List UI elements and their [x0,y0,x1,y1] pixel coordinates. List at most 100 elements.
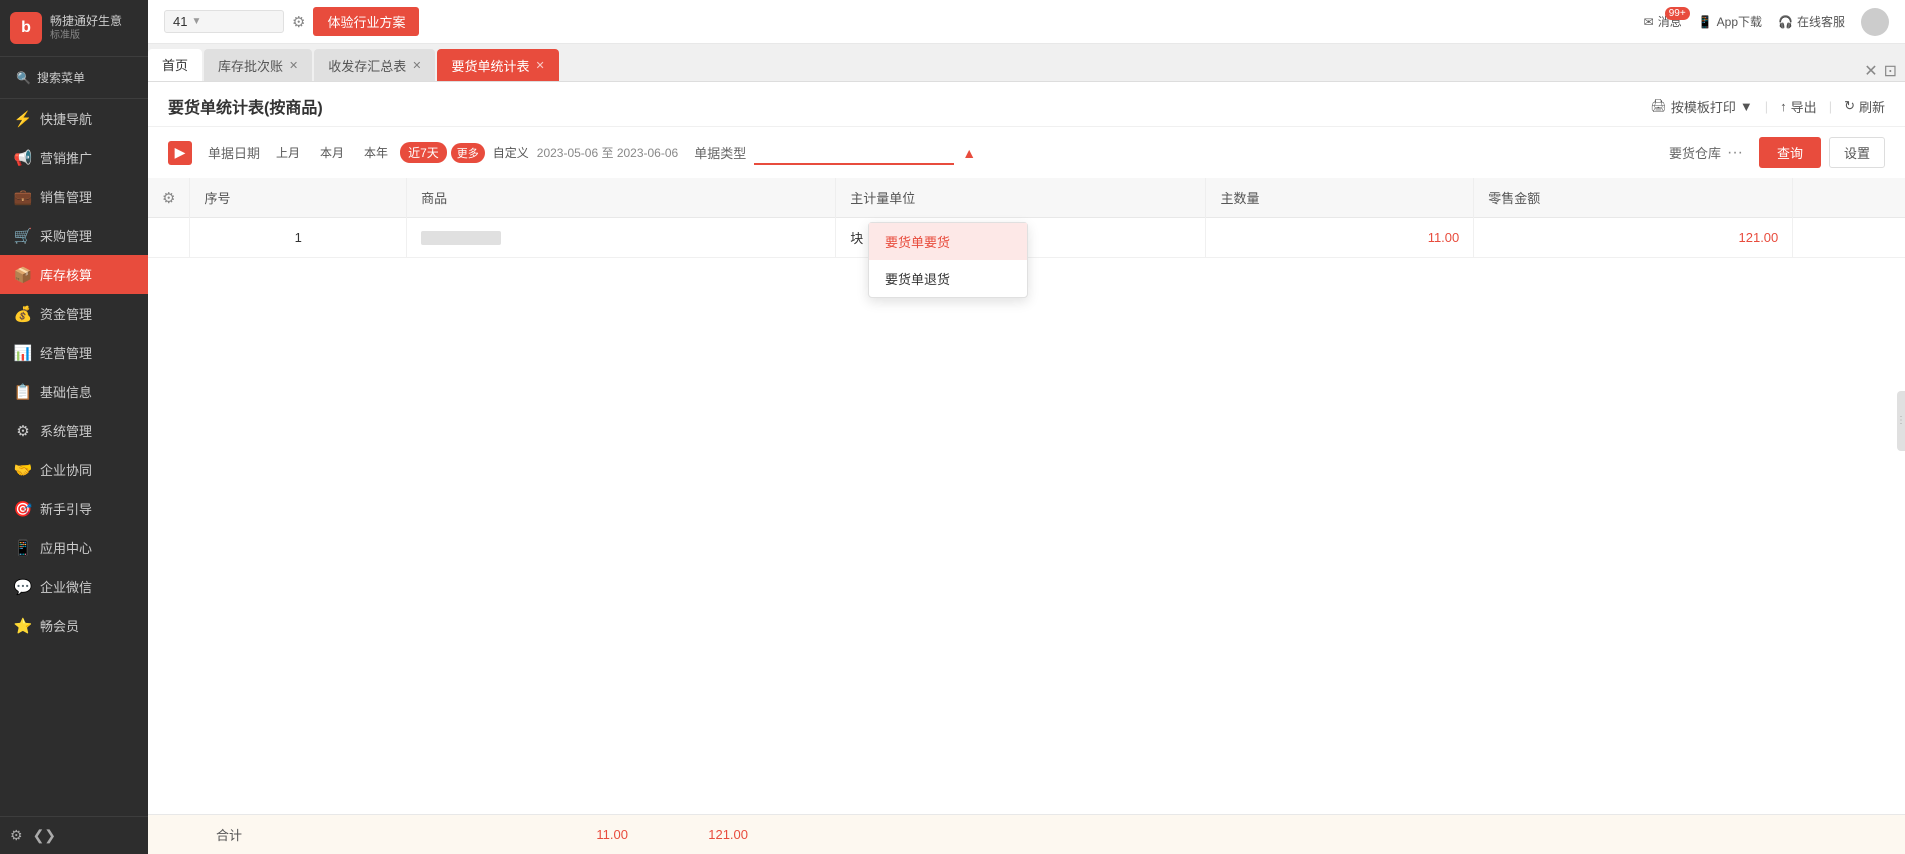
type-dropdown-arrow[interactable]: ▲ [962,145,976,161]
sidebar-label-membership: 畅会员 [40,616,79,635]
warehouse-filter-group: 要货仓库 ··· [1669,143,1743,162]
logo-area: b 畅捷通好生意 标准版 [0,0,148,57]
tab-home[interactable]: 首页 [148,49,202,81]
td-settings [148,218,190,258]
tab-inventory-batch[interactable]: 库存批次账 ✕ [204,49,312,81]
page-header: 要货单统计表(按商品) 🖨 按模板打印 ▼ | ↑ 导出 | ↻ 刷新 [148,82,1905,127]
date-quick-btns: 上月 本月 本年 近7天 更多 [268,141,485,164]
product-placeholder [421,231,501,245]
search-icon: 🔍 [16,71,31,85]
sidebar-collapse-btn[interactable]: ❮❯ [33,827,56,844]
th-qty: 主数量 [1206,178,1474,218]
print-icon: 🖨 [1650,98,1667,114]
sidebar-item-marketing[interactable]: 📢 营销推广 [0,138,148,177]
headset-icon: 🎧 [1778,15,1793,29]
footer-qty: 11.00 [522,827,642,842]
tab-order-stats[interactable]: 要货单统计表 ✕ [437,49,558,81]
th-extra [1793,178,1905,218]
date-filter-group: 单据日期 上月 本月 本年 近7天 更多 自定义 2023-05-06 至 20… [208,141,678,164]
tab-inventory-batch-close[interactable]: ✕ [289,59,298,72]
filter-custom-btn[interactable]: 自定义 [493,144,529,161]
bottom-settings-btn[interactable]: ⚙ [10,827,23,844]
sidebar-label-finance: 资金管理 [40,304,92,323]
date-btn-7days[interactable]: 近7天 [400,142,447,163]
main-content: 41 ▼ ⚙ 体验行业方案 ✉ 消息 99+ 📱 App下载 🎧 在线客服 [148,0,1905,854]
date-btn-this-year[interactable]: 本年 [356,141,396,164]
filter-date-range: 2023-05-06 至 2023-06-06 [537,144,678,161]
sidebar-label-marketing: 营销推广 [40,148,92,167]
date-btn-this-month[interactable]: 本月 [312,141,352,164]
tab-receive-send[interactable]: 收发存汇总表 ✕ [314,49,435,81]
type-select-input[interactable] [754,140,954,165]
sidebar-item-inventory[interactable]: 📦 库存核算 [0,255,148,294]
sidebar-item-guide[interactable]: 🎯 新手引导 [0,489,148,528]
refresh-icon: ↻ [1844,98,1855,114]
message-btn[interactable]: ✉ 消息 99+ [1644,13,1682,30]
page-actions: 🖨 按模板打印 ▼ | ↑ 导出 | ↻ 刷新 [1650,97,1885,116]
refresh-btn[interactable]: ↻ 刷新 [1844,97,1885,116]
filter-expand-btn[interactable]: ▶ [168,141,192,165]
dropdown-item-1[interactable]: 要货单要货 [869,223,1027,260]
date-filter-label: 单据日期 [208,143,260,162]
export-btn[interactable]: ↑ 导出 [1780,97,1817,116]
sidebar-label-enterprise: 企业协同 [40,460,92,479]
th-product: 商品 [407,178,836,218]
sidebar-label-inventory: 库存核算 [40,265,92,284]
search-menu-btn[interactable]: 🔍 搜索菜单 [10,65,138,90]
guide-icon: 🎯 [14,500,32,518]
sidebar-item-membership[interactable]: ⭐ 畅会员 [0,606,148,645]
tab-maximize-icon[interactable]: ⊡ [1884,61,1897,81]
quick-nav-icon: ⚡ [14,110,32,128]
tab-receive-send-close[interactable]: ✕ [412,59,421,72]
sidebar-label-basic: 基础信息 [40,382,92,401]
tab-order-stats-close[interactable]: ✕ [536,59,545,72]
table-settings-icon[interactable]: ⚙ [162,190,175,207]
search-label: 搜索菜单 [37,69,85,86]
table-footer: 合计 11.00 121.00 [148,814,1905,854]
tab-receive-send-label: 收发存汇总表 [328,56,406,75]
sidebar-item-enterprise[interactable]: 🤝 企业协同 [0,450,148,489]
message-badge: 99+ [1665,7,1690,20]
logo-text: 畅捷通好生意 标准版 [50,14,122,43]
sidebar-item-quick-nav[interactable]: ⚡ 快捷导航 [0,99,148,138]
header-left: 41 ▼ ⚙ 体验行业方案 [164,7,1632,36]
right-edge-handle[interactable]: ⋮ [1897,391,1905,451]
tab-inventory-batch-label: 库存批次账 [218,56,283,75]
sidebar-item-basic[interactable]: 📋 基础信息 [0,372,148,411]
user-avatar[interactable] [1861,8,1889,36]
sidebar-label-app: 应用中心 [40,538,92,557]
filter-action-btns: 查询 设置 [1759,137,1885,168]
header: 41 ▼ ⚙ 体验行业方案 ✉ 消息 99+ 📱 App下载 🎧 在线客服 [148,0,1905,44]
sidebar-item-purchase[interactable]: 🛒 采购管理 [0,216,148,255]
system-icon: ⚙ [14,422,32,440]
type-filter-group: 单据类型 ▲ [694,140,1653,165]
page-title: 要货单统计表(按商品) [168,94,323,118]
divider-1: | [1765,99,1768,114]
settings-btn[interactable]: 设置 [1829,137,1885,168]
dropdown-item-2[interactable]: 要货单退货 [869,260,1027,297]
sidebar-item-sales[interactable]: 💼 销售管理 [0,177,148,216]
membership-icon: ⭐ [14,617,32,635]
date-btn-more[interactable]: 更多 [451,143,485,163]
sidebar-item-app[interactable]: 📱 应用中心 [0,528,148,567]
print-btn[interactable]: 🖨 按模板打印 ▼ [1650,97,1752,116]
date-btn-last-month[interactable]: 上月 [268,141,308,164]
app-download-btn[interactable]: 📱 App下载 [1698,13,1762,30]
warehouse-more-icon[interactable]: ··· [1727,144,1743,162]
sidebar-item-operations[interactable]: 📊 经营管理 [0,333,148,372]
query-btn[interactable]: 查询 [1759,137,1821,168]
header-gear-icon[interactable]: ⚙ [292,13,305,31]
sidebar-item-wechat[interactable]: 💬 企业微信 [0,567,148,606]
store-selector[interactable]: 41 ▼ [164,10,284,33]
sidebar-search-area[interactable]: 🔍 搜索菜单 [0,57,148,99]
page-content: 要货单统计表(按商品) 🖨 按模板打印 ▼ | ↑ 导出 | ↻ 刷新 [148,82,1905,854]
tab-order-stats-label: 要货单统计表 [451,56,529,75]
sidebar-item-system[interactable]: ⚙ 系统管理 [0,411,148,450]
sidebar-label-operations: 经营管理 [40,343,92,362]
tab-close-all-icon[interactable]: ✕ [1864,61,1877,81]
trial-btn[interactable]: 体验行业方案 [313,7,419,36]
sidebar-nav: ⚡ 快捷导航 📢 营销推广 💼 销售管理 🛒 采购管理 📦 库存核算 💰 资金管… [0,99,148,816]
online-service-btn[interactable]: 🎧 在线客服 [1778,13,1845,30]
sidebar-label-wechat: 企业微信 [40,577,92,596]
sidebar-item-finance[interactable]: 💰 资金管理 [0,294,148,333]
